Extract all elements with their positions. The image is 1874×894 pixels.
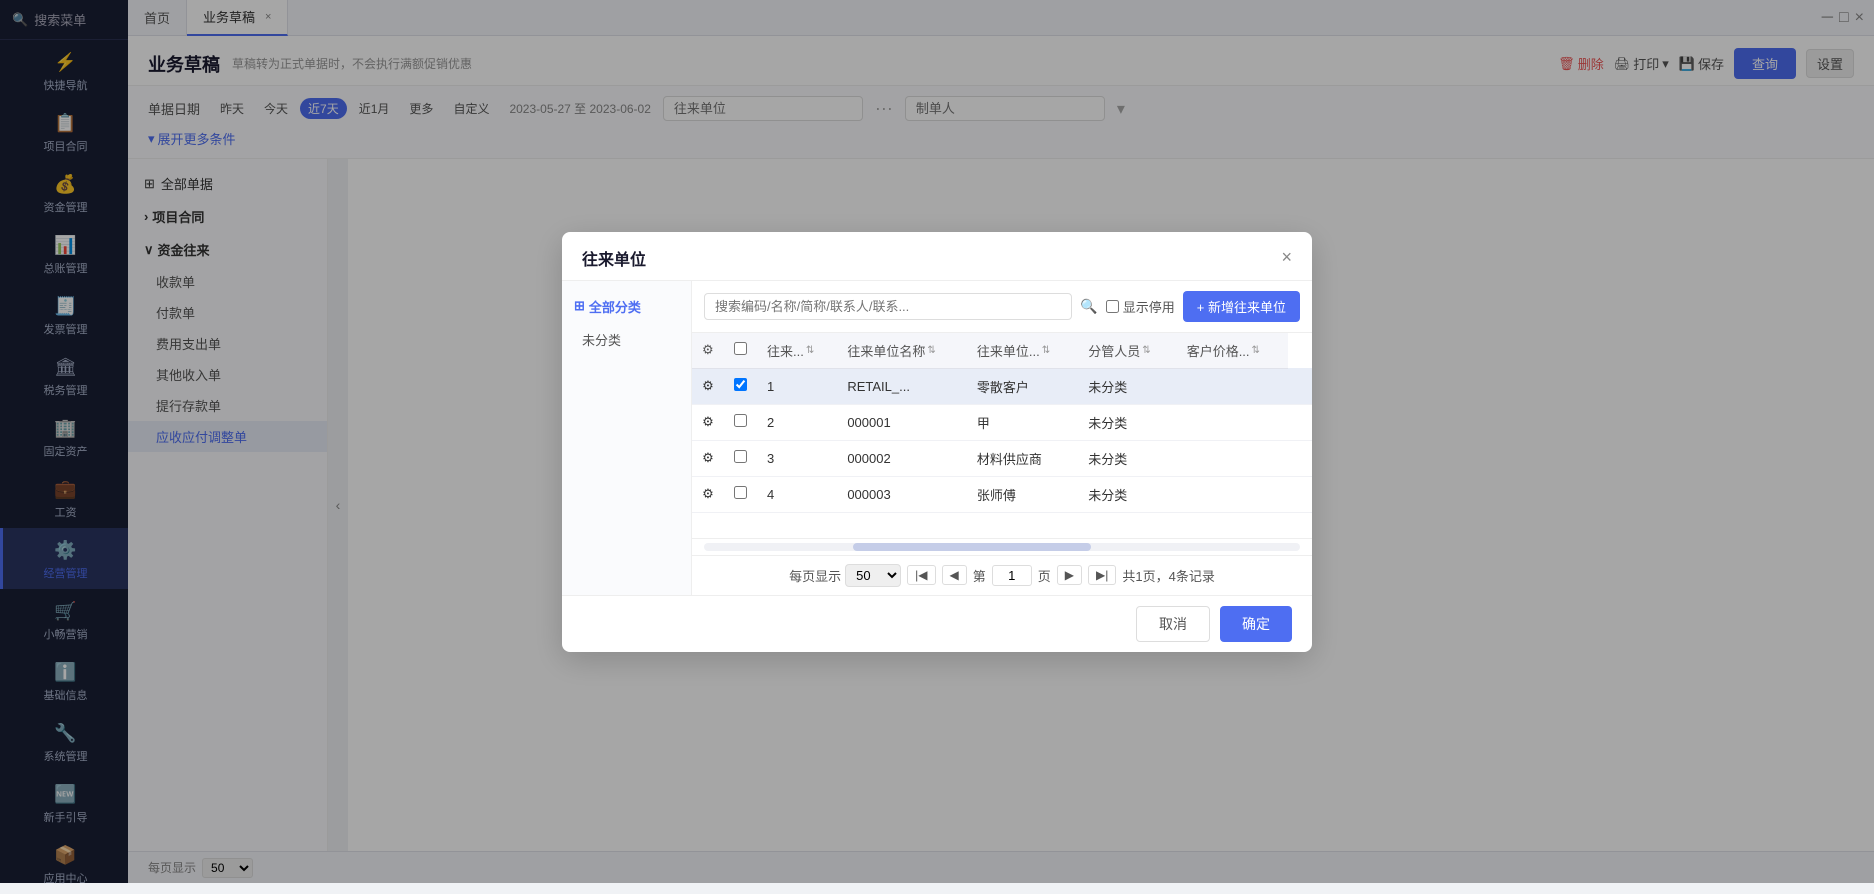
modal-body: ⊞ 全部分类 未分类 🔍 显示停用 + 新增往来单位 bbox=[562, 281, 1312, 595]
modal-category-all[interactable]: ⊞ 全部分类 bbox=[562, 289, 691, 324]
row-name: 零散客户 bbox=[967, 368, 1078, 404]
modal-close-button[interactable]: × bbox=[1281, 247, 1292, 268]
total-info: 共1页，4条记录 bbox=[1122, 566, 1214, 585]
row-checkbox[interactable] bbox=[724, 476, 757, 512]
row-code: 000001 bbox=[837, 404, 967, 440]
row-manager bbox=[1177, 404, 1288, 440]
scrollbar-track bbox=[704, 543, 1300, 551]
modal-scrollbar[interactable] bbox=[692, 538, 1312, 555]
row-name: 张师傅 bbox=[967, 476, 1078, 512]
modal-toolbar: 🔍 显示停用 + 新增往来单位 bbox=[692, 281, 1312, 333]
col-checkbox[interactable] bbox=[724, 333, 757, 369]
modal-partner: 往来单位 × ⊞ 全部分类 未分类 🔍 bbox=[562, 232, 1312, 652]
col-manager: 分管人员 bbox=[1078, 333, 1176, 369]
row-manager bbox=[1177, 368, 1288, 404]
row-settings[interactable]: ⚙ bbox=[692, 404, 724, 440]
confirm-button[interactable]: 确定 bbox=[1220, 606, 1292, 642]
row-settings[interactable]: ⚙ bbox=[692, 476, 724, 512]
modal-title: 往来单位 bbox=[582, 246, 646, 270]
modal-footer: 取消 确定 bbox=[562, 595, 1312, 652]
modal-table: ⚙ 往来... 往来单位名称 往来单位... 分管人员 客户价格... ⚙ bbox=[692, 333, 1312, 538]
modal-search-icon: 🔍 bbox=[1080, 298, 1097, 315]
col-price-level: 客户价格... bbox=[1177, 333, 1288, 369]
page-per-section: 每页显示 50 10 20 100 bbox=[789, 564, 901, 587]
modal-pagination: 每页显示 50 10 20 100 |◀ ◀ 第 页 ▶ ▶| bbox=[692, 555, 1312, 595]
page-unit: 页 bbox=[1038, 566, 1051, 585]
scrollbar-thumb bbox=[853, 543, 1091, 551]
page-prev-button[interactable]: ◀ bbox=[942, 565, 967, 585]
modal-category-uncategorized[interactable]: 未分类 bbox=[562, 324, 691, 355]
row-price-level bbox=[1288, 404, 1312, 440]
per-page-select[interactable]: 50 10 20 100 bbox=[845, 564, 901, 587]
modal-header: 往来单位 × bbox=[562, 232, 1312, 281]
modal-categories: ⊞ 全部分类 未分类 bbox=[562, 281, 692, 595]
row-code: RETAIL_... bbox=[837, 368, 967, 404]
modal-table-row[interactable]: ⚙ 3 000002 材料供应商 未分类 bbox=[692, 440, 1312, 476]
cancel-button[interactable]: 取消 bbox=[1136, 606, 1210, 642]
row-settings[interactable]: ⚙ bbox=[692, 368, 724, 404]
row-price-level bbox=[1288, 476, 1312, 512]
page-first-button[interactable]: |◀ bbox=[907, 565, 935, 585]
page-word: 第 bbox=[973, 566, 986, 585]
row-price-level bbox=[1288, 368, 1312, 404]
row-checkbox[interactable] bbox=[724, 440, 757, 476]
modal-overlay[interactable]: 往来单位 × ⊞ 全部分类 未分类 🔍 bbox=[0, 0, 1874, 883]
page-next-button[interactable]: ▶ bbox=[1057, 565, 1082, 585]
category-grid-icon: ⊞ bbox=[574, 298, 585, 314]
row-settings[interactable]: ⚙ bbox=[692, 440, 724, 476]
page-last-button[interactable]: ▶| bbox=[1088, 565, 1116, 585]
col-settings[interactable]: ⚙ bbox=[692, 333, 724, 369]
row-category: 未分类 bbox=[1078, 440, 1176, 476]
row-checkbox[interactable] bbox=[724, 368, 757, 404]
modal-table-row[interactable]: ⚙ 2 000001 甲 未分类 bbox=[692, 404, 1312, 440]
row-manager bbox=[1177, 476, 1288, 512]
col-name: 往来单位名称 bbox=[837, 333, 967, 369]
modal-table-header: ⚙ 往来... 往来单位名称 往来单位... 分管人员 客户价格... bbox=[692, 333, 1312, 369]
add-partner-button[interactable]: + 新增往来单位 bbox=[1183, 291, 1300, 322]
row-category: 未分类 bbox=[1078, 368, 1176, 404]
modal-table-row[interactable]: ⚙ 4 000003 张师傅 未分类 bbox=[692, 476, 1312, 512]
row-price-level bbox=[1288, 440, 1312, 476]
show-disabled-checkbox[interactable]: 显示停用 bbox=[1106, 297, 1175, 316]
modal-search-input[interactable] bbox=[704, 293, 1072, 320]
row-checkbox[interactable] bbox=[724, 404, 757, 440]
row-name: 材料供应商 bbox=[967, 440, 1078, 476]
show-disabled-check[interactable] bbox=[1106, 300, 1119, 313]
modal-right-panel: 🔍 显示停用 + 新增往来单位 ⚙ 往来... bbox=[692, 281, 1312, 595]
row-category: 未分类 bbox=[1078, 404, 1176, 440]
row-id: 2 bbox=[757, 404, 837, 440]
row-id: 1 bbox=[757, 368, 837, 404]
row-name: 甲 bbox=[967, 404, 1078, 440]
row-id: 4 bbox=[757, 476, 837, 512]
row-code: 000003 bbox=[837, 476, 967, 512]
row-code: 000002 bbox=[837, 440, 967, 476]
per-page-label: 每页显示 bbox=[789, 566, 841, 585]
col-code: 往来... bbox=[757, 333, 837, 369]
row-id: 3 bbox=[757, 440, 837, 476]
page-number-input[interactable] bbox=[992, 565, 1032, 586]
row-category: 未分类 bbox=[1078, 476, 1176, 512]
modal-table-row[interactable]: ⚙ 1 RETAIL_... 零散客户 未分类 bbox=[692, 368, 1312, 404]
col-category: 往来单位... bbox=[967, 333, 1078, 369]
row-manager bbox=[1177, 440, 1288, 476]
